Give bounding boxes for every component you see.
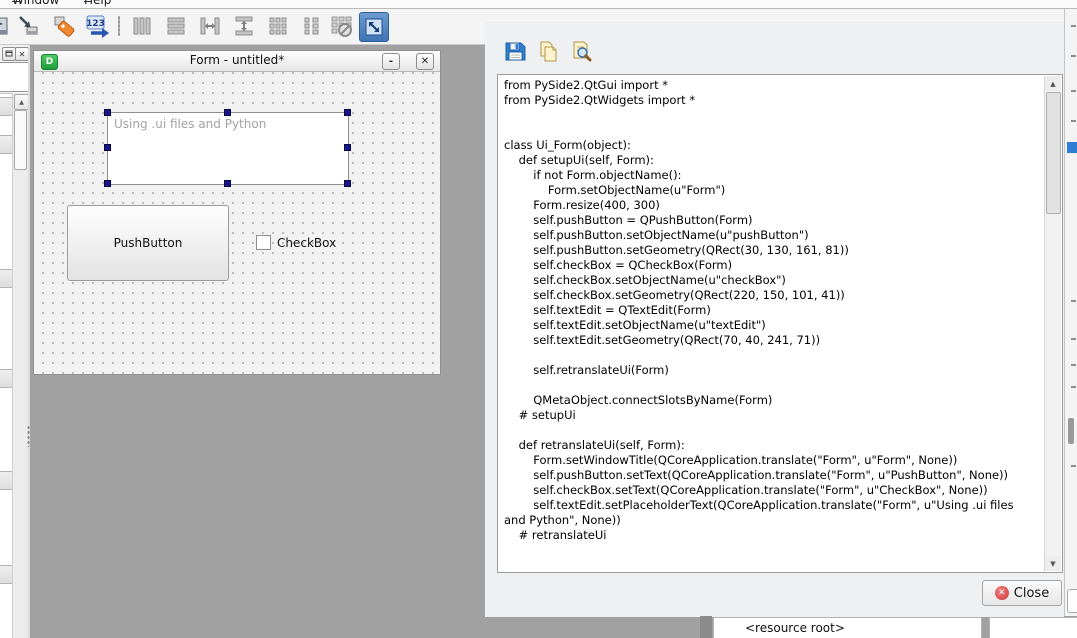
layout-horizontally-icon	[130, 14, 154, 38]
svg-text:123: 123	[86, 19, 105, 29]
edit-signals-slots-button[interactable]	[14, 12, 42, 40]
panel-item-fragment	[1071, 55, 1076, 57]
scrollbar-thumb[interactable]	[14, 110, 27, 170]
panel-item-fragment	[1071, 120, 1076, 122]
selection-handle-s[interactable]	[224, 180, 231, 187]
edit-widgets-icon	[0, 14, 9, 38]
selected-item-fragment	[1067, 142, 1077, 153]
toolbar-separator	[118, 16, 120, 36]
close-button-label: Close	[1014, 586, 1049, 601]
break-layout-button[interactable]	[328, 12, 356, 40]
selection-handle-nw[interactable]	[104, 109, 111, 116]
scrollbar-thumb[interactable]	[1068, 418, 1074, 444]
layout-vertically-splitter-icon	[232, 14, 256, 38]
edit-buddies-icon	[52, 14, 76, 38]
widget-filter-input[interactable]	[0, 62, 30, 92]
layout-horizontally-splitter-button[interactable]	[196, 12, 224, 40]
qt-designer-screen: Window Help 123	[0, 0, 1077, 638]
panel-item-fragment	[1071, 300, 1076, 302]
adjust-size-icon	[362, 15, 386, 39]
layout-horizontally-button[interactable]	[128, 12, 156, 40]
view-code-dialog: from PySide2.QtGui import * from PySide2…	[485, 20, 1064, 617]
find-in-code-button[interactable]	[567, 37, 595, 65]
panel-item-fragment	[1071, 90, 1076, 92]
form-canvas[interactable]: Using .ui files and Python PushButton Ch…	[34, 72, 440, 374]
mnemonic-underline	[12, 1, 21, 2]
form-close-button[interactable]: ✕	[416, 53, 434, 70]
layout-grid-icon	[266, 14, 290, 38]
right-edge-panel	[1064, 9, 1077, 616]
button-fragment	[1067, 589, 1077, 613]
selection-handle-w[interactable]	[104, 144, 111, 151]
code-view: from PySide2.QtGui import * from PySide2…	[497, 74, 1063, 573]
close-circle-icon: ✕	[995, 586, 1009, 600]
find-icon	[570, 40, 593, 63]
panel-item-fragment	[1071, 465, 1076, 467]
resource-tree-panel: <resource root>	[713, 617, 982, 638]
checkbox-box[interactable]	[256, 235, 271, 250]
selection-handle-e[interactable]	[344, 144, 351, 151]
layout-horizontally-splitter-icon	[198, 14, 222, 38]
widget-box-dock: ✕ ▲	[0, 45, 28, 638]
save-icon	[504, 40, 527, 63]
panel-item-fragment	[1071, 25, 1076, 27]
selection-handle-se[interactable]	[344, 180, 351, 187]
checkbox-label: CheckBox	[277, 236, 336, 250]
textedit-placeholder: Using .ui files and Python	[114, 117, 266, 131]
panel-item-fragment	[1071, 338, 1076, 340]
selection-handle-ne[interactable]	[344, 109, 351, 116]
selection-handle-n[interactable]	[224, 109, 231, 116]
splitter-handle[interactable]	[27, 425, 30, 447]
copy-icon	[537, 40, 560, 63]
layout-vertically-button[interactable]	[162, 12, 190, 40]
adjust-size-button[interactable]	[359, 12, 389, 42]
scroll-up-icon[interactable]: ▲	[14, 94, 29, 110]
selection-handle-sw[interactable]	[104, 180, 111, 187]
edit-buddies-button[interactable]	[50, 12, 78, 40]
scrollbar-thumb[interactable]	[1046, 92, 1061, 214]
layout-grid-button[interactable]	[264, 12, 292, 40]
edit-tab-order-button[interactable]: 123	[84, 12, 112, 40]
save-code-button[interactable]	[501, 37, 529, 65]
form-window-titlebar[interactable]: D Form - untitled* - ✕	[34, 51, 440, 72]
form-minimize-button[interactable]: -	[382, 53, 400, 70]
layout-form-icon	[300, 14, 324, 38]
menubar: Window Help	[0, 0, 1077, 9]
panel-item-fragment	[1071, 386, 1076, 388]
checkbox-widget[interactable]: CheckBox	[256, 235, 336, 250]
widget-box-list	[0, 93, 12, 638]
pushbutton-widget[interactable]: PushButton	[67, 205, 229, 281]
break-layout-icon	[329, 14, 355, 38]
dock-close-button[interactable]: ✕	[15, 47, 29, 61]
close-icon: ✕	[19, 50, 26, 59]
dock-splitter[interactable]	[28, 45, 30, 638]
layout-form-button[interactable]	[298, 12, 326, 40]
dock-float-button[interactable]	[2, 47, 16, 61]
mnemonic-underline	[84, 1, 92, 2]
resource-root-item[interactable]: <resource root>	[745, 621, 845, 635]
code-text[interactable]: from PySide2.QtGui import * from PySide2…	[504, 78, 1042, 569]
edit-signals-slots-icon	[16, 14, 40, 38]
panel-item-fragment	[1071, 364, 1076, 366]
panel-divider	[700, 616, 712, 638]
dialog-close-button[interactable]: ✕ Close	[982, 580, 1062, 606]
widget-box-scrollbar[interactable]: ▲	[12, 93, 28, 638]
form-window-title: Form - untitled*	[34, 53, 440, 67]
layout-vertically-splitter-button[interactable]	[230, 12, 258, 40]
edit-tab-order-icon: 123	[85, 14, 111, 38]
scroll-up-icon[interactable]: ▲	[1045, 76, 1061, 91]
scroll-down-icon[interactable]: ▼	[1045, 556, 1061, 571]
edit-widgets-button[interactable]	[0, 12, 11, 40]
resource-side-panel	[989, 617, 1077, 638]
layout-vertically-icon	[164, 14, 188, 38]
form-editor-window: D Form - untitled* - ✕ Using .ui files a…	[33, 50, 441, 375]
textedit-widget[interactable]: Using .ui files and Python	[107, 112, 349, 185]
copy-code-button[interactable]	[534, 37, 562, 65]
code-scrollbar[interactable]: ▲ ▼	[1044, 76, 1061, 571]
